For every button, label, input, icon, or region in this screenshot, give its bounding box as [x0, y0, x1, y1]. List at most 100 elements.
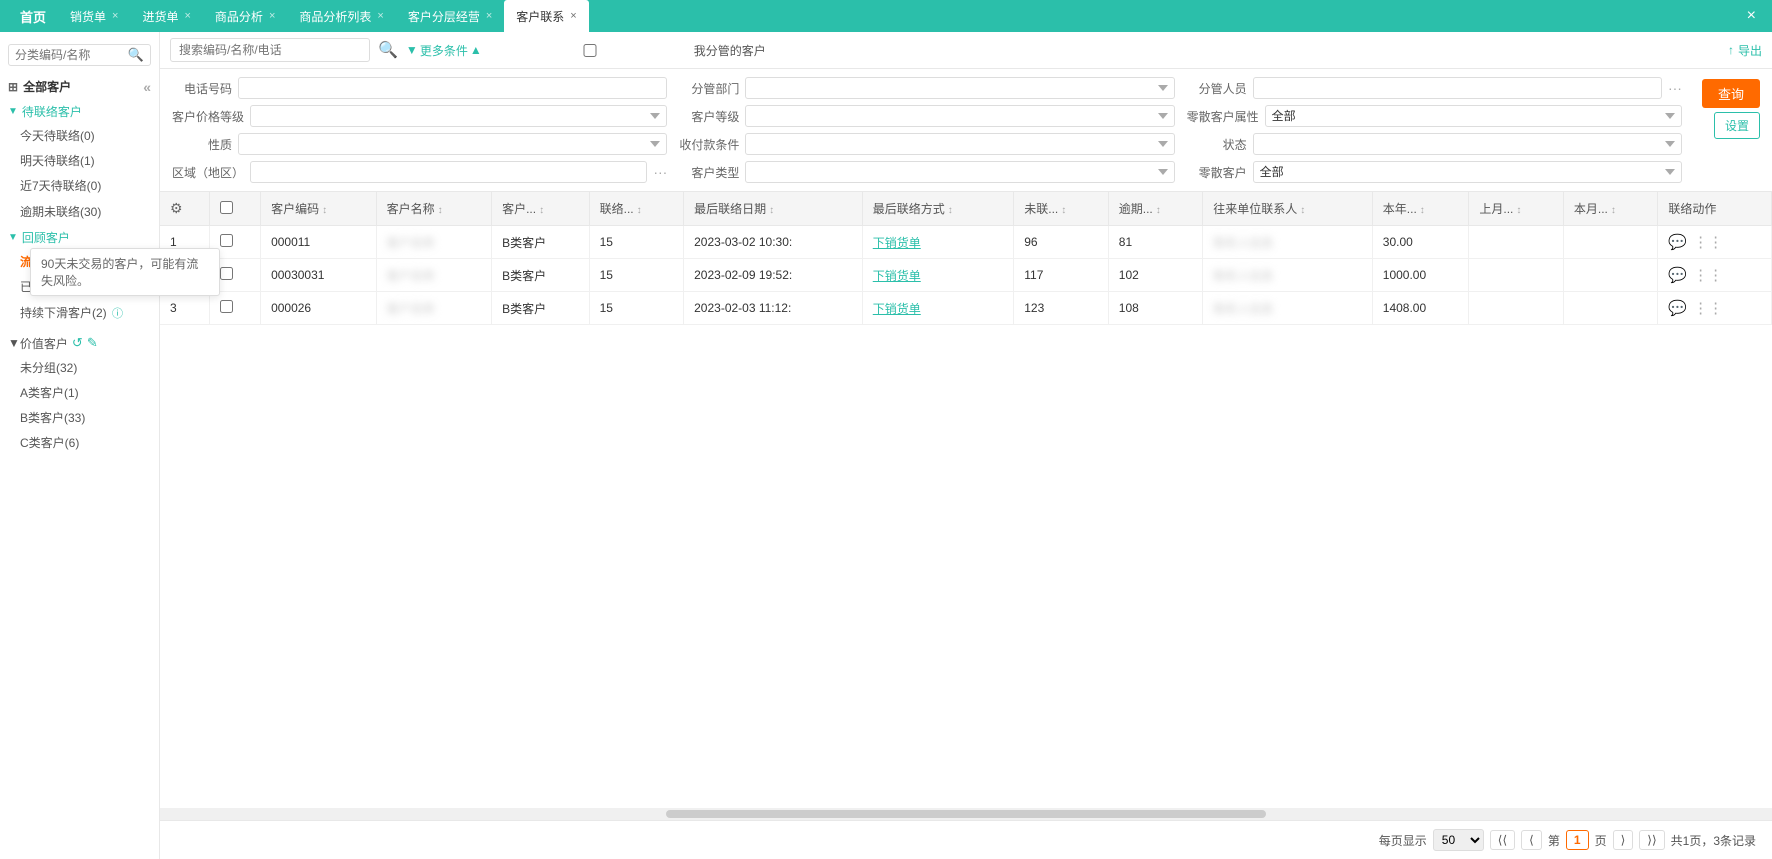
- filter-field-manager: 分管人员 ···: [1187, 77, 1682, 99]
- th-contact[interactable]: 联络...↕: [589, 192, 684, 226]
- tab-product-analysis-list[interactable]: 商品分析列表 ×: [287, 0, 395, 32]
- row-checkbox[interactable]: [220, 267, 233, 280]
- my-customers-checkbox[interactable]: [490, 44, 690, 57]
- more-actions-icon[interactable]: ⋮⋮: [1693, 266, 1723, 284]
- sidebar-item-tomorrow[interactable]: 明天待联络(1): [0, 149, 159, 174]
- td-last-date: 2023-03-02 10:30:: [684, 226, 863, 259]
- method-link[interactable]: 下销货单: [873, 236, 921, 250]
- refresh-icon[interactable]: ↺: [72, 335, 83, 351]
- method-link[interactable]: 下销货单: [873, 302, 921, 316]
- tab-product-analysis[interactable]: 商品分析 ×: [203, 0, 287, 32]
- sidebar-risk-section[interactable]: ▼ 回顾客户: [0, 225, 159, 250]
- td-type: B类客户: [492, 226, 590, 259]
- page-label: 第: [1548, 832, 1560, 849]
- first-page-btn[interactable]: ⟨⟨: [1490, 830, 1515, 850]
- tab-home[interactable]: 首页: [8, 0, 58, 32]
- filter-dept-select[interactable]: [745, 77, 1174, 99]
- more-icon[interactable]: ···: [1668, 80, 1682, 96]
- filter-phone-input[interactable]: [238, 77, 667, 99]
- filter-field-retail-customer: 零散客户 全部: [1187, 161, 1682, 183]
- close-icon[interactable]: ×: [377, 10, 383, 22]
- th-last-date[interactable]: 最后联络日期↕: [684, 192, 863, 226]
- sidebar-item-class-a[interactable]: A类客户(1): [0, 381, 159, 406]
- pagination: 每页显示 50 20 100 ⟨⟨ ⟨ 第 1 页 ⟩ ⟩⟩ 共1页，3条记录: [160, 820, 1772, 859]
- sidebar-item-today[interactable]: 今天待联络(0): [0, 124, 159, 149]
- th-this-month[interactable]: 本月...↕: [1563, 192, 1658, 226]
- sort-icon: ↕: [1420, 205, 1425, 216]
- sidebar-item-class-c[interactable]: C类客户(6): [0, 431, 159, 456]
- total-records: 共1页，3条记录: [1671, 832, 1756, 849]
- sidebar-item-class-b[interactable]: B类客户(33): [0, 406, 159, 431]
- th-overdue[interactable]: 逾期...↕: [1108, 192, 1203, 226]
- tab-purchase[interactable]: 进货单 ×: [130, 0, 202, 32]
- sidebar-item-ungroup[interactable]: 未分组(32): [0, 356, 159, 381]
- triangle-icon: ▼: [8, 232, 18, 243]
- td-type: B类客户: [492, 259, 590, 292]
- th-contact-person[interactable]: 往来单位联系人↕: [1203, 192, 1373, 226]
- th-code[interactable]: 客户编码↕: [261, 192, 377, 226]
- window-close-button[interactable]: ×: [1739, 7, 1764, 25]
- filter-status-select[interactable]: [1253, 133, 1682, 155]
- filter-label-status: 状态: [1187, 136, 1247, 153]
- th-type[interactable]: 客户...↕: [492, 192, 590, 226]
- td-this-year: 30.00: [1372, 226, 1469, 259]
- th-last-method[interactable]: 最后联络方式↕: [862, 192, 1014, 226]
- select-all-checkbox[interactable]: [220, 201, 233, 214]
- sidebar-search-box[interactable]: 🔍: [8, 44, 151, 66]
- filter-region-input[interactable]: [250, 161, 647, 183]
- horizontal-scrollbar[interactable]: [160, 808, 1772, 820]
- row-checkbox[interactable]: [220, 234, 233, 247]
- th-days-no-contact[interactable]: 未联...↕: [1014, 192, 1109, 226]
- filter-nature-select[interactable]: [238, 133, 667, 155]
- sidebar-search-input[interactable]: [15, 48, 128, 62]
- tab-customer-contact[interactable]: 客户联系 ×: [504, 0, 588, 32]
- prev-page-btn[interactable]: ⟨: [1521, 830, 1542, 850]
- more-conditions-btn[interactable]: ▼ 更多条件 ▲: [406, 42, 482, 59]
- filter-retail-attr-select[interactable]: 全部: [1265, 105, 1682, 127]
- tab-sales[interactable]: 销货单 ×: [58, 0, 130, 32]
- query-button[interactable]: 查询: [1702, 79, 1760, 108]
- th-name[interactable]: 客户名称↕: [376, 192, 492, 226]
- method-link[interactable]: 下销货单: [873, 269, 921, 283]
- th-last-month[interactable]: 上月...↕: [1469, 192, 1564, 226]
- filter-price-grade-select[interactable]: [250, 105, 667, 127]
- tab-customer-tier[interactable]: 客户分层经营 ×: [396, 0, 504, 32]
- sidebar-item-overdue[interactable]: 逾期未联络(30): [0, 200, 159, 225]
- td-last-date: 2023-02-09 19:52:: [684, 259, 863, 292]
- sidebar-pending-contact-section[interactable]: ▼ 待联络客户: [0, 99, 159, 124]
- search-input[interactable]: [170, 38, 370, 62]
- close-icon[interactable]: ×: [269, 10, 275, 22]
- sidebar-value-section[interactable]: ▼ 价值客户 ↺ ✎: [0, 331, 159, 356]
- settings-icon[interactable]: ⚙: [170, 200, 183, 216]
- sidebar-item-declining[interactable]: 持续下滑客户(2) ⓘ: [0, 301, 159, 327]
- scrollbar-thumb[interactable]: [666, 810, 1266, 818]
- sidebar-all-customers[interactable]: ⊞ 全部客户 «: [0, 74, 159, 99]
- more-actions-icon[interactable]: ⋮⋮: [1693, 233, 1723, 251]
- td-last-month: [1469, 259, 1564, 292]
- chat-icon[interactable]: 💬: [1668, 299, 1687, 317]
- row-checkbox[interactable]: [220, 300, 233, 313]
- th-this-year[interactable]: 本年...↕: [1372, 192, 1469, 226]
- close-icon[interactable]: ×: [112, 10, 118, 22]
- more-icon[interactable]: ···: [653, 164, 667, 180]
- more-actions-icon[interactable]: ⋮⋮: [1693, 299, 1723, 317]
- filter-customer-grade-select[interactable]: [745, 105, 1174, 127]
- export-button[interactable]: ↑ 导出: [1728, 42, 1762, 59]
- filter-actions: 查询 设置: [1690, 77, 1760, 183]
- chat-icon[interactable]: 💬: [1668, 233, 1687, 251]
- settings-button[interactable]: 设置: [1714, 112, 1760, 139]
- filter-customer-type-select[interactable]: [745, 161, 1174, 183]
- close-icon[interactable]: ×: [184, 10, 190, 22]
- chat-icon[interactable]: 💬: [1668, 266, 1687, 284]
- close-icon[interactable]: ×: [570, 10, 576, 22]
- filter-retail-customer-select[interactable]: 全部: [1253, 161, 1682, 183]
- filter-manager-input[interactable]: [1253, 77, 1662, 99]
- search-button[interactable]: 🔍: [378, 40, 398, 60]
- close-icon[interactable]: ×: [486, 10, 492, 22]
- next-page-btn[interactable]: ⟩: [1613, 830, 1634, 850]
- filter-payment-select[interactable]: [745, 133, 1174, 155]
- edit-icon[interactable]: ✎: [87, 335, 98, 351]
- last-page-btn[interactable]: ⟩⟩: [1639, 830, 1664, 850]
- sidebar-item-7days[interactable]: 近7天待联络(0): [0, 174, 159, 199]
- per-page-select[interactable]: 50 20 100: [1433, 829, 1484, 851]
